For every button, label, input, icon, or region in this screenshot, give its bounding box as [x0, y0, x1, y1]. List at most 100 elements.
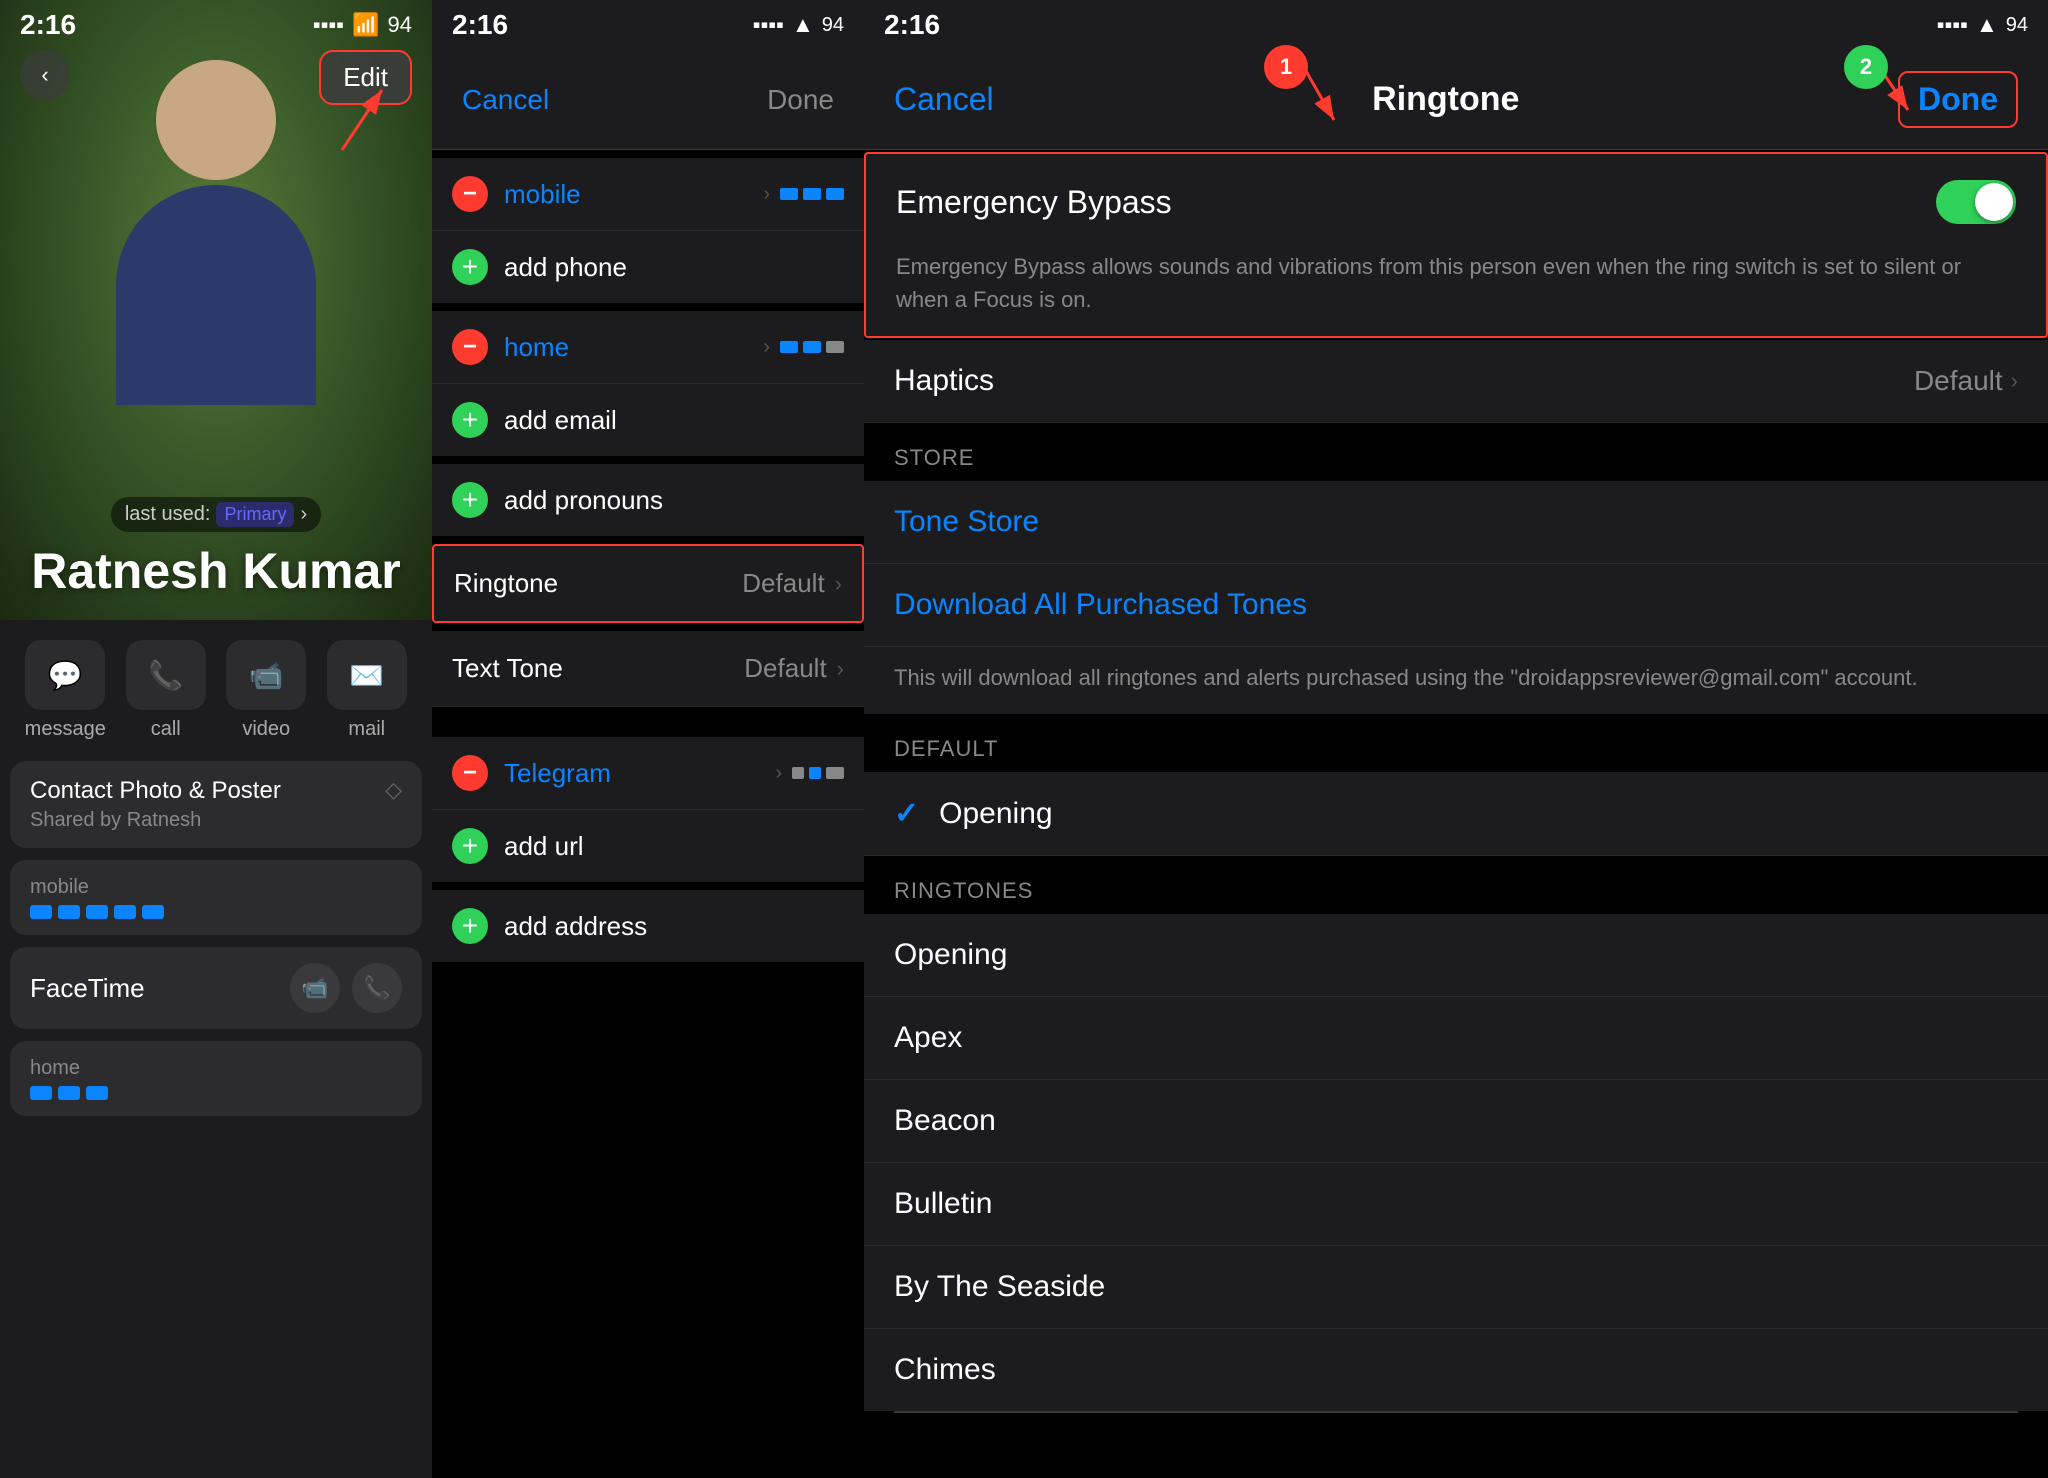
phone-dot — [58, 905, 80, 919]
address-section: + add address — [432, 890, 864, 962]
add-email-row[interactable]: + add email — [432, 384, 864, 456]
signal-icon2: ▪▪▪▪ — [753, 12, 784, 38]
call-label: call — [151, 718, 181, 741]
add-address-button[interactable]: + — [452, 908, 488, 944]
done-button-panel3[interactable]: Done — [1898, 71, 2018, 128]
home-value — [30, 1086, 402, 1100]
cancel-button-panel3[interactable]: Cancel — [894, 81, 994, 118]
phone-dot — [86, 905, 108, 919]
add-phone-row[interactable]: + add phone — [432, 231, 864, 303]
edit-header: Cancel Done — [432, 50, 864, 150]
tone-row-apex[interactable]: Apex — [864, 997, 2048, 1080]
annotation-circle-2: 2 — [1844, 45, 1888, 89]
tone-label-apex: Apex — [894, 1021, 962, 1055]
telegram-label: Telegram — [504, 758, 775, 789]
text-tone-value: Default — [744, 653, 826, 684]
facetime-video-icon[interactable]: 📹 — [290, 963, 340, 1013]
edit-button[interactable]: Edit — [319, 50, 412, 105]
telegram-row[interactable]: − Telegram › — [432, 737, 864, 810]
call-icon: 📞 — [126, 640, 206, 710]
tone-row-by-the-seaside[interactable]: By The Seaside — [864, 1246, 2048, 1329]
contact-name: Ratnesh Kumar — [31, 542, 401, 600]
back-button[interactable]: ‹ — [20, 50, 70, 100]
tone-store-row[interactable]: Tone Store — [864, 481, 2048, 564]
tone-row-chimes[interactable]: Chimes — [864, 1329, 2048, 1411]
home-field[interactable]: home — [10, 1041, 422, 1116]
mobile-label: mobile — [30, 876, 402, 899]
facetime-audio-icon[interactable]: 📞 — [352, 963, 402, 1013]
time-panel3: 2:16 — [884, 9, 940, 41]
action-buttons: 💬 message 📞 call 📹 video ✉️ mail — [0, 620, 432, 761]
facetime-icons: 📹 📞 — [290, 963, 402, 1013]
remove-home-button[interactable]: − — [452, 329, 488, 365]
add-url-button[interactable]: + — [452, 828, 488, 864]
chevron-icon: ◇ — [385, 777, 402, 803]
pronouns-section: + add pronouns — [432, 464, 864, 536]
home-row[interactable]: − home › — [432, 311, 864, 384]
download-all-row[interactable]: Download All Purchased Tones — [864, 564, 2048, 647]
done-button-panel2[interactable]: Done — [767, 84, 834, 116]
emergency-bypass-row[interactable]: Emergency Bypass — [866, 154, 2046, 250]
message-button[interactable]: 💬 message — [20, 640, 110, 741]
ringtone-label: Ringtone — [454, 568, 742, 599]
mobile-number-dots — [780, 188, 844, 200]
ringtone-row[interactable]: Ringtone Default › — [432, 544, 864, 623]
separator — [894, 1411, 2018, 1413]
battery-icon2: 94 — [822, 14, 844, 37]
opening-checked-row[interactable]: ✓ Opening — [864, 772, 2048, 856]
ringtone-value: Default — [742, 568, 824, 599]
phone-dot — [142, 905, 164, 919]
ringtones-section: RINGTONES Opening Apex Beacon Bulletin B… — [864, 858, 2048, 1413]
mail-button[interactable]: ✉️ mail — [322, 640, 412, 741]
facetime-card[interactable]: FaceTime 📹 📞 — [10, 947, 422, 1029]
ringtone-header: Cancel Ringtone Done 1 2 — [864, 50, 2048, 150]
tone-row-opening[interactable]: Opening — [864, 914, 2048, 997]
tone-store-label: Tone Store — [894, 505, 1039, 538]
mobile-field[interactable]: mobile — [10, 860, 422, 935]
time-panel2: 2:16 — [452, 9, 508, 41]
tone-row-beacon[interactable]: Beacon — [864, 1080, 2048, 1163]
last-used-badge: last used: Primary › — [111, 497, 321, 532]
status-bar-panel2: 2:16 ▪▪▪▪ ▲ 94 — [432, 0, 864, 50]
remove-mobile-button[interactable]: − — [452, 176, 488, 212]
contact-avatar — [76, 60, 356, 440]
ringtone-content: Emergency Bypass Emergency Bypass allows… — [864, 150, 2048, 1478]
mobile-field-label: mobile — [504, 179, 763, 210]
add-address-row[interactable]: + add address — [432, 890, 864, 962]
contact-photo-card[interactable]: ◇ Contact Photo & Poster Shared by Ratne… — [10, 761, 422, 848]
mail-label: mail — [348, 718, 385, 741]
time-panel1: 2:16 — [20, 9, 76, 41]
emergency-bypass-section: Emergency Bypass Emergency Bypass allows… — [864, 152, 2048, 338]
add-phone-button[interactable]: + — [452, 249, 488, 285]
back-icon: ‹ — [41, 62, 48, 88]
phone-dot — [30, 1086, 52, 1100]
add-email-button[interactable]: + — [452, 402, 488, 438]
cancel-button-panel2[interactable]: Cancel — [462, 84, 549, 116]
wifi-icon3: ▲ — [1976, 12, 1998, 38]
haptics-row[interactable]: Haptics Default › — [864, 340, 2048, 423]
toggle-thumb — [1975, 183, 2013, 221]
contact-photo-area: last used: Primary › Ratnesh Kumar ‹ Edi… — [0, 0, 432, 620]
message-label: message — [25, 718, 106, 741]
contact-photo-subtitle: Shared by Ratnesh — [30, 809, 402, 832]
ringtone-panel: 2:16 ▪▪▪▪ ▲ 94 Cancel Ringtone Done 1 2 — [864, 0, 2048, 1478]
remove-telegram-button[interactable]: − — [452, 755, 488, 791]
add-pronouns-row[interactable]: + add pronouns — [432, 464, 864, 536]
add-pronouns-button[interactable]: + — [452, 482, 488, 518]
text-tone-row[interactable]: Text Tone Default › — [432, 631, 864, 707]
status-icons-panel2: ▪▪▪▪ ▲ 94 — [753, 12, 844, 38]
tone-label-bulletin: Bulletin — [894, 1187, 992, 1221]
emergency-bypass-toggle[interactable] — [1936, 180, 2016, 224]
tone-row-bulletin[interactable]: Bulletin — [864, 1163, 2048, 1246]
add-url-row[interactable]: + add url — [432, 810, 864, 882]
call-button[interactable]: 📞 call — [121, 640, 211, 741]
home-email-section: − home › + add email — [432, 311, 864, 456]
mail-icon: ✉️ — [327, 640, 407, 710]
video-icon: 📹 — [226, 640, 306, 710]
edit-contact-panel: 2:16 ▪▪▪▪ ▲ 94 Cancel Done − mobile › + … — [432, 0, 864, 1478]
video-button[interactable]: 📹 video — [221, 640, 311, 741]
status-bar-panel1: 2:16 ▪▪▪▪ 📶 94 — [0, 0, 432, 50]
default-header: DEFAULT — [864, 716, 2048, 772]
mobile-row[interactable]: − mobile › — [432, 158, 864, 231]
telegram-section: − Telegram › + add url — [432, 737, 864, 882]
